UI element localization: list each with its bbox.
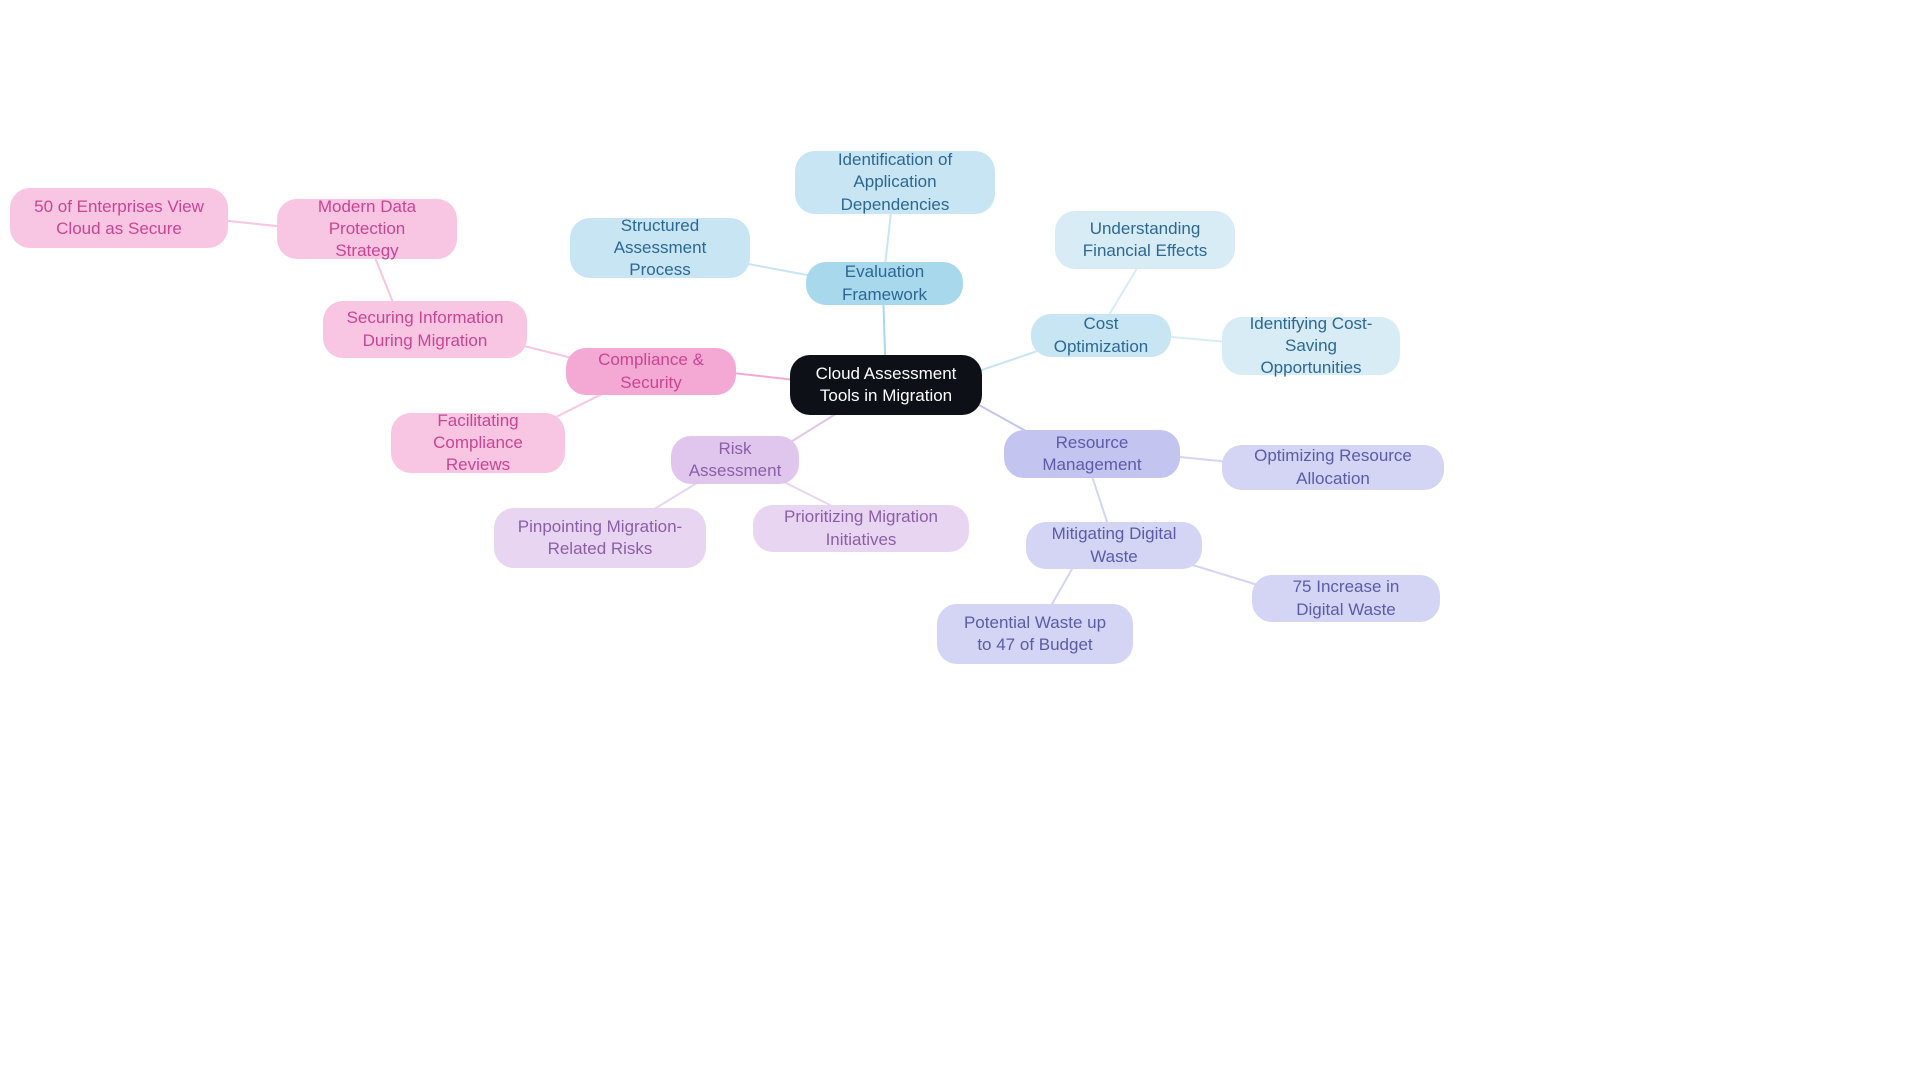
eval-framework-node: Evaluation Framework bbox=[806, 262, 963, 305]
cost-opt-node: Cost Optimization bbox=[1031, 314, 1171, 357]
resource-alloc-node: Optimizing Resource Allocation bbox=[1222, 445, 1444, 490]
resource-75inc-node: 75 Increase in Digital Waste bbox=[1252, 575, 1440, 622]
eval-structured-node: Structured Assessment Process bbox=[570, 218, 750, 278]
compliance-secure-node: Securing Information During Migration bbox=[323, 301, 527, 358]
resource-47budget-node: Potential Waste up to 47 of Budget bbox=[937, 604, 1133, 664]
resource-waste-node: Mitigating Digital Waste bbox=[1026, 522, 1202, 569]
compliance-strategy-node: Modern Data Protection Strategy bbox=[277, 199, 457, 259]
risk-prioritize-node: Prioritizing Migration Initiatives bbox=[753, 505, 969, 552]
resource-mgmt-node: Resource Management bbox=[1004, 430, 1180, 478]
compliance-node: Compliance & Security bbox=[566, 348, 736, 395]
center-node: Cloud Assessment Tools in Migration bbox=[790, 355, 982, 415]
compliance-reviews-node: Facilitating Compliance Reviews bbox=[391, 413, 565, 473]
cost-financial-node: Understanding Financial Effects bbox=[1055, 211, 1235, 269]
risk-assess-node: Risk Assessment bbox=[671, 436, 799, 484]
compliance-50ent-node: 50 of Enterprises View Cloud as Secure bbox=[10, 188, 228, 248]
risk-pinpoint-node: Pinpointing Migration-Related Risks bbox=[494, 508, 706, 568]
cost-saving-node: Identifying Cost-Saving Opportunities bbox=[1222, 317, 1400, 375]
eval-app-deps-node: Identification of Application Dependenci… bbox=[795, 151, 995, 214]
